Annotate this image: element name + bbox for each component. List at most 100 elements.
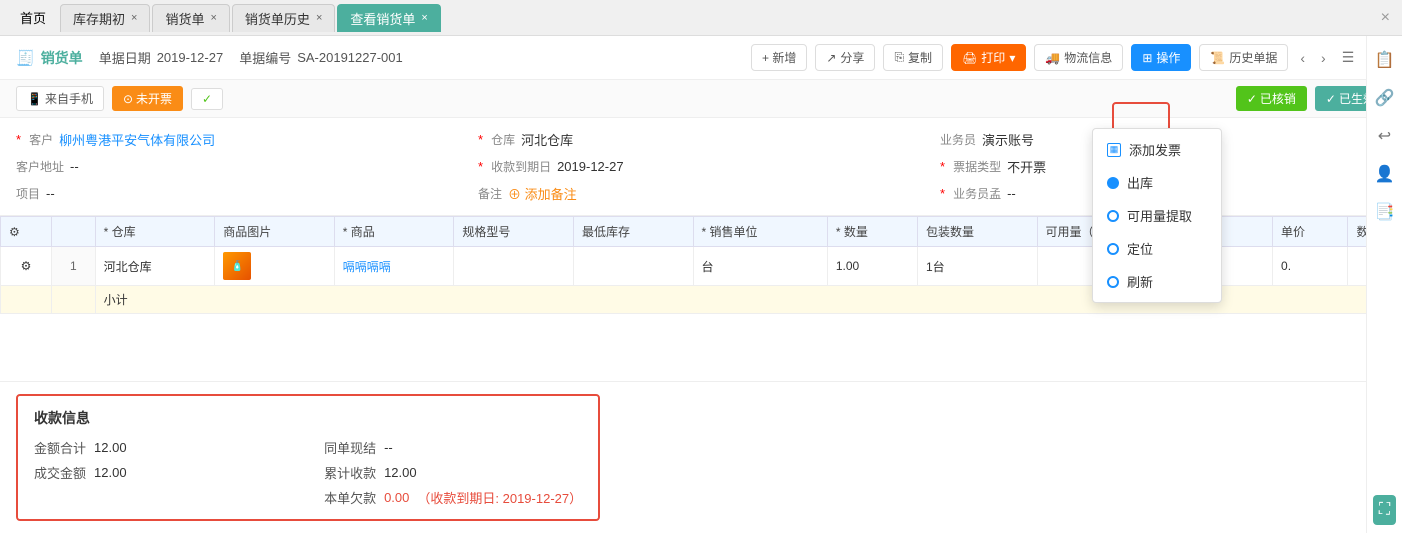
- refresh-item[interactable]: 刷新: [1093, 265, 1221, 298]
- col-min-stock: 最低库存: [573, 217, 693, 247]
- tab-sales-label: 销货单: [165, 9, 204, 28]
- transaction-value: 12.00: [94, 465, 127, 480]
- row-unit: 台: [693, 247, 827, 286]
- new-button[interactable]: + 新增: [751, 44, 807, 71]
- tab-view-sales-label: 查看销货单: [350, 9, 415, 28]
- col-gear: ⚙: [1, 217, 52, 247]
- total-row: 金额合计 12.00: [34, 438, 292, 457]
- sidebar-expand-icon[interactable]: ⛶: [1373, 495, 1396, 525]
- col-spec: 规格型号: [454, 217, 574, 247]
- same-order-row: 同单现结 --: [324, 438, 582, 457]
- check-icon2: ✓: [1247, 92, 1257, 106]
- row-qty: 1.00: [827, 247, 917, 286]
- check-button[interactable]: ✓: [191, 88, 223, 110]
- cumulative-label: 累计收款: [324, 463, 376, 482]
- salesman-required: *: [940, 186, 945, 201]
- tab-bar: 首页 库存期初 × 销货单 × 销货单历史 × 查看销货单 × ×: [0, 0, 1402, 36]
- tab-sales-history-label: 销货单历史: [245, 9, 310, 28]
- history-button[interactable]: 📜 历史单据: [1199, 44, 1288, 71]
- balance-note: （收款到期日: 2019-12-27）: [417, 488, 582, 507]
- check-icon3: ✓: [1326, 92, 1336, 106]
- row-gear[interactable]: ⚙: [1, 247, 52, 286]
- operation-button[interactable]: ⊞ 操作: [1131, 44, 1191, 71]
- customer-value[interactable]: 柳州粤港平安气体有限公司: [59, 130, 215, 149]
- share-button[interactable]: ↗ 分享: [815, 44, 875, 71]
- next-record-button[interactable]: ›: [1317, 48, 1330, 68]
- sidebar-icon-3[interactable]: ↩: [1372, 120, 1397, 152]
- close-window-button[interactable]: ×: [1377, 9, 1394, 27]
- same-order-value: --: [384, 440, 393, 455]
- product-thumbnail: 🧴: [223, 252, 251, 280]
- col-warehouse: * 仓库: [95, 217, 215, 247]
- customer-required: *: [16, 132, 21, 147]
- address-value: --: [70, 159, 79, 174]
- logistics-button[interactable]: 🚚 物流信息: [1034, 44, 1123, 71]
- payment-date-field: * 收款到期日 2019-12-27: [478, 157, 924, 176]
- row-price: 0.: [1273, 247, 1348, 286]
- doc-actions: + 新增 ↗ 分享 ⎘ 复制 🖨 打印 ▾ 🚚 物流信息 ⊞ 操作: [751, 44, 1386, 71]
- tab-home[interactable]: 首页: [8, 8, 58, 27]
- add-invoice-item[interactable]: ▦ 添加发票: [1093, 133, 1221, 166]
- remark-field: 备注 ⊕ 添加备注: [478, 184, 924, 203]
- print-label: 打印: [981, 49, 1005, 66]
- ticket-type-label: 票据类型: [953, 158, 1001, 175]
- col-unit: * 销售单位: [693, 217, 827, 247]
- salesman-value: --: [1007, 186, 1016, 201]
- main-area: 🧾 销货单 单据日期 2019-12-27 单据编号 SA-20191227-0…: [0, 36, 1402, 533]
- col-image: 商品图片: [215, 217, 335, 247]
- prev-record-button[interactable]: ‹: [1296, 48, 1309, 68]
- tab-sales[interactable]: 销货单 ×: [152, 4, 229, 32]
- sidebar-icon-2[interactable]: 🔗: [1369, 82, 1401, 114]
- row-spec: [454, 247, 574, 286]
- staff-label: 业务员: [940, 131, 976, 148]
- copy-button[interactable]: ⎘ 复制: [883, 44, 943, 71]
- address-field: 客户地址 --: [16, 157, 462, 176]
- add-invoice-icon: ▦: [1107, 143, 1121, 157]
- sidebar-icon-4[interactable]: 👤: [1369, 158, 1401, 190]
- row-product[interactable]: 嗝嗝嗝嗝: [334, 247, 454, 286]
- outbound-item[interactable]: 出库: [1093, 166, 1221, 199]
- tab-sales-history[interactable]: 销货单历史 ×: [232, 4, 335, 32]
- transaction-row: 成交金额 12.00: [34, 463, 292, 482]
- locate-item[interactable]: 定位: [1093, 232, 1221, 265]
- logistics-label: 物流信息: [1064, 49, 1112, 66]
- sales-order-icon: 🧾: [16, 49, 35, 67]
- row-min-stock: [573, 247, 693, 286]
- not-open-icon: ⊙: [123, 92, 133, 106]
- staff-value: 演示账号: [982, 130, 1034, 149]
- transaction-label: 成交金额: [34, 463, 86, 482]
- cancelled-button[interactable]: ✓ 已核销: [1236, 86, 1307, 111]
- payment-box: 收款信息 金额合计 12.00 同单现结 -- 成交金额 12.00 累计收款 …: [16, 394, 600, 521]
- operation-label: 操作: [1156, 49, 1180, 66]
- close-tab-inventory-icon[interactable]: ×: [131, 12, 137, 24]
- not-open-button[interactable]: ⊙ 未开票: [112, 86, 183, 111]
- doc-title: 🧾 销货单: [16, 48, 83, 68]
- sidebar-icon-1[interactable]: 📋: [1369, 44, 1401, 76]
- payment-title: 收款信息: [34, 408, 582, 428]
- date-value: 2019-12-27: [157, 50, 224, 65]
- project-value: --: [46, 186, 55, 201]
- remark-add-btn[interactable]: ⊕ 添加备注: [508, 184, 577, 203]
- sidebar-icon-5[interactable]: 📑: [1369, 196, 1401, 228]
- warehouse-label: 仓库: [491, 131, 515, 148]
- list-view-button[interactable]: ☰: [1338, 47, 1359, 68]
- payment-date-value: 2019-12-27: [557, 159, 624, 174]
- check-icon: ✓: [202, 92, 212, 106]
- close-tab-view-sales-icon[interactable]: ×: [421, 12, 427, 24]
- tab-inventory-label: 库存期初: [73, 9, 125, 28]
- subtotal-num: [52, 286, 96, 314]
- col-price: 单价: [1273, 217, 1348, 247]
- from-phone-label: 来自手机: [45, 90, 93, 107]
- print-button[interactable]: 🖨 打印 ▾: [951, 44, 1026, 71]
- print-dropdown-icon: ▾: [1009, 51, 1015, 65]
- available-pickup-item[interactable]: 可用量提取: [1093, 199, 1221, 232]
- close-tab-sales-history-icon[interactable]: ×: [316, 12, 322, 24]
- tab-view-sales[interactable]: 查看销货单 ×: [337, 4, 440, 32]
- from-phone-button[interactable]: 📱 来自手机: [16, 86, 104, 111]
- tab-inventory[interactable]: 库存期初 ×: [60, 4, 150, 32]
- close-tab-sales-icon[interactable]: ×: [210, 12, 216, 24]
- row-image: 🧴: [215, 247, 335, 286]
- copy-icon: ⎘: [894, 50, 904, 65]
- balance-label: 本单欠款: [324, 488, 376, 507]
- col-num: [52, 217, 96, 247]
